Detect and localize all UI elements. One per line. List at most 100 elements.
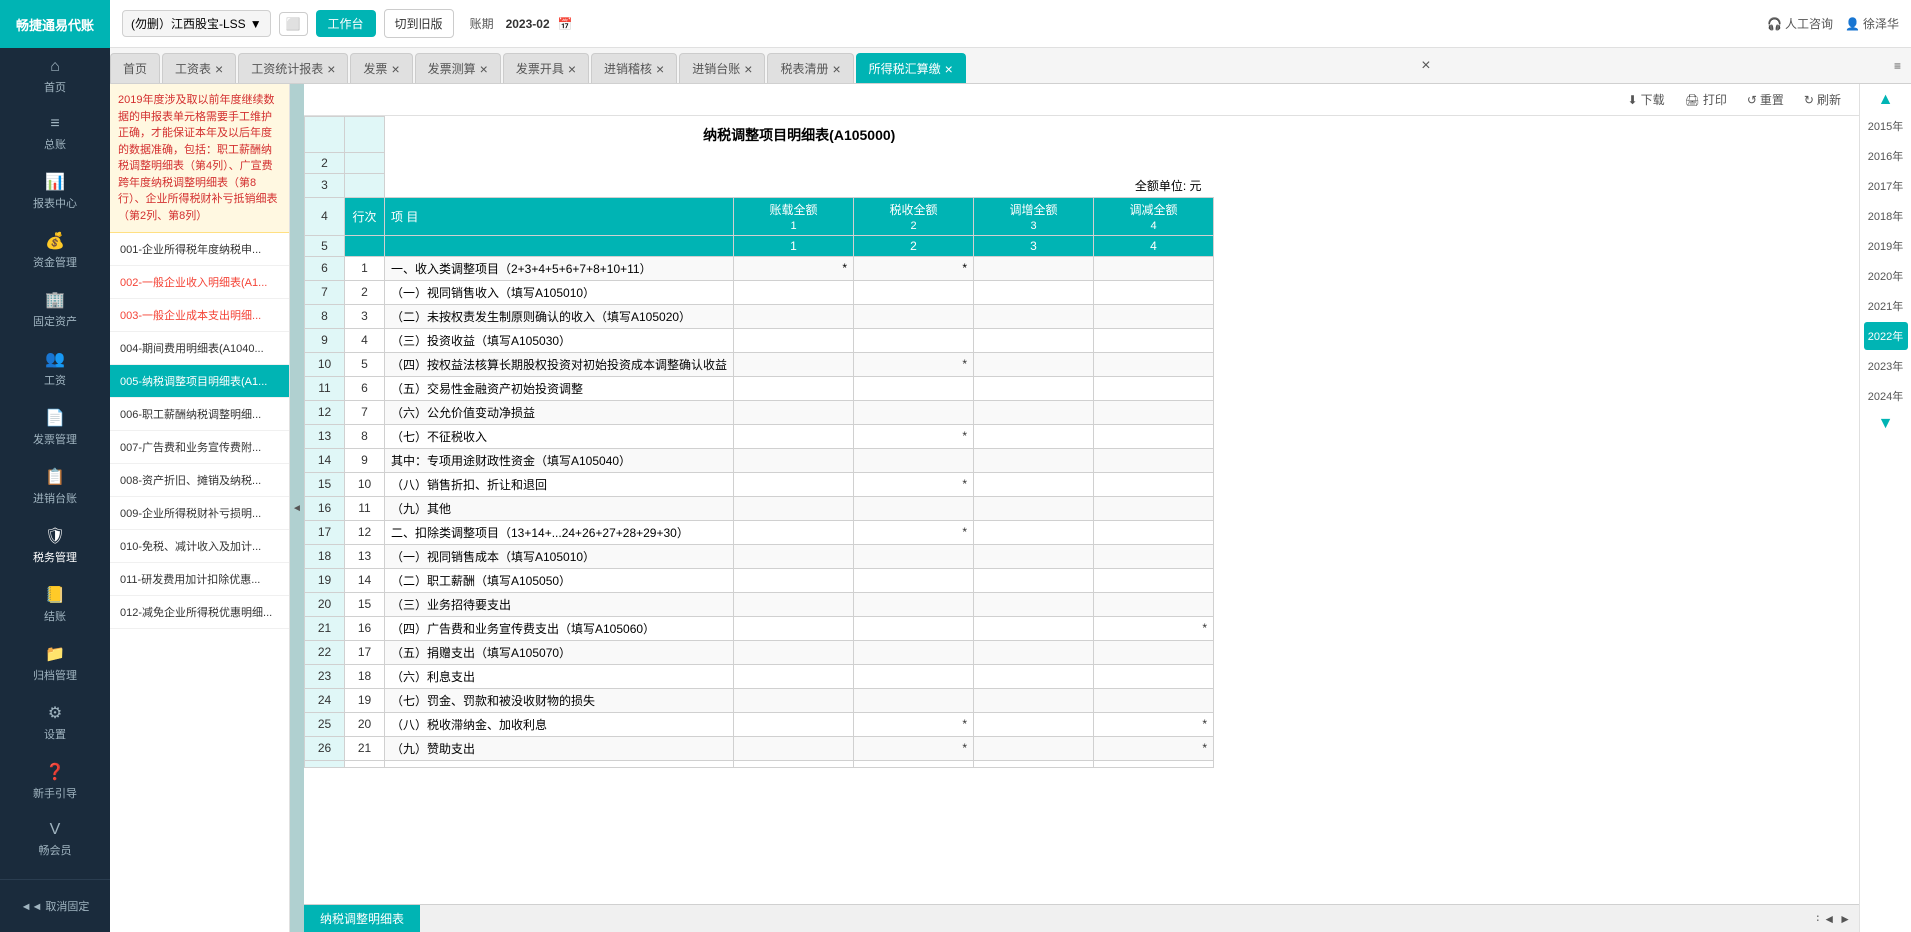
data-cell[interactable] <box>974 616 1094 640</box>
data-cell[interactable] <box>974 304 1094 328</box>
tabbar-close-all[interactable]: × <box>1411 57 1440 75</box>
item-cell[interactable]: 一、收入类调整项目（2+3+4+5+6+7+8+10+11） <box>385 256 734 280</box>
data-cell[interactable] <box>854 760 974 767</box>
data-cell[interactable] <box>734 472 854 496</box>
data-cell[interactable] <box>974 424 1094 448</box>
data-cell[interactable]: * <box>854 352 974 376</box>
data-cell[interactable] <box>854 592 974 616</box>
item-cell[interactable]: （二）职工薪酬（填写A105050） <box>385 568 734 592</box>
data-cell[interactable] <box>854 640 974 664</box>
data-cell[interactable] <box>1094 448 1214 472</box>
tab-invoice-issue-close[interactable]: × <box>568 62 576 76</box>
data-cell[interactable] <box>1094 568 1214 592</box>
tab-income-tax[interactable]: 所得税汇算缴 × <box>856 53 966 83</box>
data-cell[interactable] <box>974 328 1094 352</box>
data-cell[interactable] <box>734 520 854 544</box>
data-cell[interactable] <box>974 760 1094 767</box>
next-sheet-button[interactable]: ► <box>1839 912 1851 926</box>
item-cell[interactable] <box>385 760 734 767</box>
data-cell[interactable] <box>1094 400 1214 424</box>
bottom-tab-detail[interactable]: 纳税调整明细表 <box>304 905 420 932</box>
data-cell[interactable]: * <box>854 712 974 736</box>
data-cell[interactable] <box>734 640 854 664</box>
data-cell[interactable] <box>854 328 974 352</box>
table-wrapper[interactable]: 纳税调整项目明细表(A105000) 2 3 全额单位: 元 <box>304 116 1859 904</box>
tab-invoice-close[interactable]: × <box>391 62 399 76</box>
data-cell[interactable] <box>734 616 854 640</box>
sidebar-item-settings[interactable]: ⚙ 设置 <box>0 693 110 752</box>
data-cell[interactable] <box>734 664 854 688</box>
tab-ps-ledger-close[interactable]: × <box>744 62 752 76</box>
left-menu-item-010[interactable]: 010-免税、减计收入及加计... <box>110 530 289 563</box>
tab-tax-return[interactable]: 税表清册 × <box>767 53 853 83</box>
switch-old-button[interactable]: 切到旧版 <box>384 9 454 38</box>
tab-tax-return-close[interactable]: × <box>832 62 840 76</box>
sidebar-item-purchase-sales[interactable]: 📋 进销台账 <box>0 457 110 516</box>
calendar-icon[interactable]: 📅 <box>558 17 573 31</box>
data-cell[interactable] <box>974 736 1094 760</box>
workbench-button[interactable]: 工作台 <box>316 10 376 37</box>
data-cell[interactable] <box>974 544 1094 568</box>
sidebar-item-reports[interactable]: 📊 报表中心 <box>0 162 110 221</box>
year-2018[interactable]: 2018年 <box>1864 202 1908 230</box>
customer-service-btn[interactable]: 🎧 人工咨询 <box>1767 15 1833 32</box>
data-cell[interactable] <box>1094 760 1214 767</box>
left-menu-item-011[interactable]: 011-研发费用加计扣除优惠... <box>110 563 289 596</box>
data-cell[interactable] <box>734 328 854 352</box>
data-cell[interactable] <box>974 448 1094 472</box>
data-cell[interactable] <box>974 376 1094 400</box>
data-cell[interactable] <box>734 544 854 568</box>
tab-payroll-report-close[interactable]: × <box>327 62 335 76</box>
item-cell[interactable]: （四）广告费和业务宣传费支出（填写A105060） <box>385 616 734 640</box>
sidebar-item-invoice-mgmt[interactable]: 📄 发票管理 <box>0 398 110 457</box>
data-cell[interactable] <box>974 400 1094 424</box>
data-cell[interactable]: * <box>854 736 974 760</box>
item-cell[interactable]: 其中：专项用途财政性资金（填写A105040） <box>385 448 734 472</box>
data-cell[interactable] <box>974 256 1094 280</box>
item-cell[interactable]: （三）投资收益（填写A105030） <box>385 328 734 352</box>
prev-sheet-button[interactable]: ◄ <box>1823 912 1835 926</box>
item-cell[interactable]: （九）赞助支出 <box>385 736 734 760</box>
item-cell[interactable]: （八）税收滞纳金、加收利息 <box>385 712 734 736</box>
left-menu-item-006[interactable]: 006-职工薪酬纳税调整明细... <box>110 398 289 431</box>
tabbar-menu[interactable]: ≡ <box>1884 59 1911 73</box>
download-button[interactable]: ⬇ 下载 <box>1622 89 1671 110</box>
reset-button[interactable]: ↺ 重置 <box>1741 89 1790 110</box>
sidebar-item-funds[interactable]: 💰 资金管理 <box>0 221 110 280</box>
data-cell[interactable] <box>854 448 974 472</box>
tab-invoice-calc[interactable]: 发票测算 × <box>415 53 501 83</box>
data-cell[interactable] <box>734 496 854 520</box>
data-cell[interactable]: * <box>1094 736 1214 760</box>
data-cell[interactable] <box>1094 304 1214 328</box>
item-cell[interactable]: （四）按权益法核算长期股权投资对初始投资成本调整确认收益 <box>385 352 734 376</box>
item-cell[interactable]: （九）其他 <box>385 496 734 520</box>
item-cell[interactable]: （三）业务招待要支出 <box>385 592 734 616</box>
tab-home[interactable]: 首页 <box>110 53 160 83</box>
year-down-button[interactable]: ▼ <box>1864 412 1908 436</box>
sidebar-item-payroll[interactable]: 👥 工资 <box>0 339 110 398</box>
data-cell[interactable] <box>854 280 974 304</box>
left-menu-item-003[interactable]: 003-一般企业成本支出明细... <box>110 299 289 332</box>
data-cell[interactable] <box>974 280 1094 304</box>
data-cell[interactable] <box>974 352 1094 376</box>
item-cell[interactable]: （一）视同销售成本（填写A105010） <box>385 544 734 568</box>
left-menu-item-007[interactable]: 007-广告费和业务宣传费附... <box>110 431 289 464</box>
item-cell[interactable]: （七）罚金、罚款和被没收财物的损失 <box>385 688 734 712</box>
data-cell[interactable] <box>734 304 854 328</box>
data-cell[interactable] <box>1094 544 1214 568</box>
data-cell[interactable] <box>974 496 1094 520</box>
user-avatar[interactable]: 👤 徐泽华 <box>1845 15 1899 32</box>
data-cell[interactable] <box>734 376 854 400</box>
data-cell[interactable] <box>1094 472 1214 496</box>
data-cell[interactable] <box>1094 376 1214 400</box>
data-cell[interactable] <box>1094 328 1214 352</box>
tab-invoice-calc-close[interactable]: × <box>480 62 488 76</box>
sidebar-item-general-ledger[interactable]: ≡ 总账 <box>0 105 110 162</box>
company-selector[interactable]: (勿删）江西股宝-LSS ▼ <box>122 10 271 37</box>
collapse-panel-button[interactable]: ◄ <box>290 84 304 932</box>
data-cell[interactable]: * <box>854 424 974 448</box>
sidebar-item-assets[interactable]: 🏢 固定资产 <box>0 280 110 339</box>
sidebar-item-home[interactable]: ⌂ 首页 <box>0 48 110 105</box>
data-cell[interactable] <box>974 520 1094 544</box>
year-2023[interactable]: 2023年 <box>1864 352 1908 380</box>
